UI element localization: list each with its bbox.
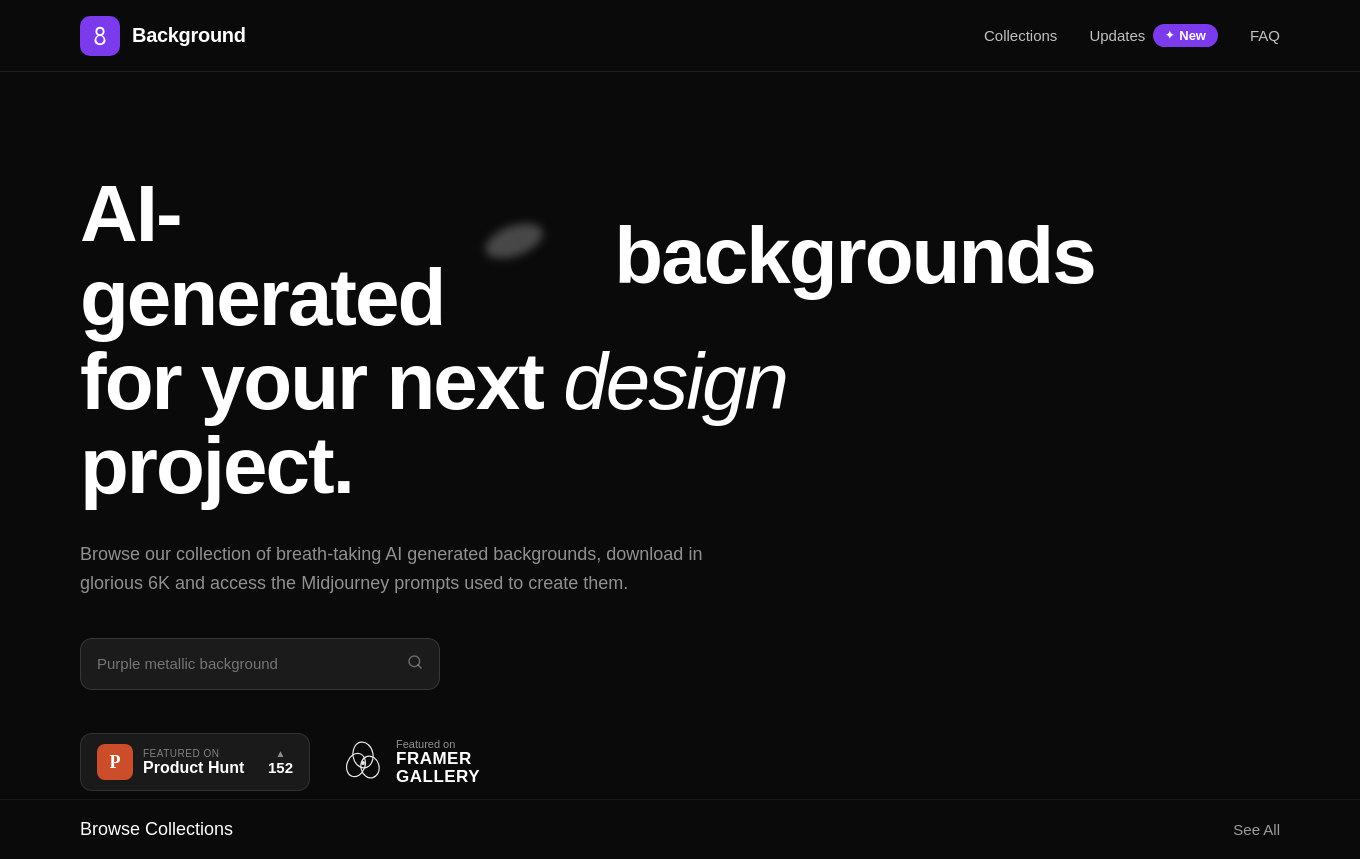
browse-collections-label: Browse Collections (80, 819, 233, 840)
new-badge-label: New (1179, 28, 1206, 43)
new-badge[interactable]: ✦ New (1153, 24, 1218, 47)
hero-title-part2: backgrounds (614, 214, 1094, 298)
new-badge-star: ✦ (1165, 29, 1174, 42)
framer-icon-wrap (342, 741, 384, 783)
hero-thumbnail (464, 216, 594, 296)
logo-svg (89, 25, 111, 47)
ph-arrow: ▲ (276, 748, 286, 759)
framer-badge[interactable]: Featured on FRAMER GALLERY (326, 730, 496, 795)
hero-title-part4: project. (80, 421, 353, 510)
nav-updates[interactable]: Updates (1089, 27, 1145, 44)
framer-leaf-icon (342, 741, 384, 783)
framer-gallery-label: FRAMER GALLERY (396, 750, 480, 787)
logo-icon (80, 16, 120, 56)
ph-count-wrap: ▲ 152 (268, 748, 293, 776)
hero-title-italic: design (563, 337, 787, 426)
ph-name: Product Hunt (143, 759, 244, 777)
nav-collections[interactable]: Collections (984, 27, 1057, 44)
product-hunt-badge[interactable]: P FEATURED ON Product Hunt ▲ 152 (80, 733, 310, 791)
svg-point-4 (358, 754, 381, 780)
framer-text-wrap: Featured on FRAMER GALLERY (396, 738, 480, 787)
nav-links: Collections Updates ✦ New FAQ (984, 24, 1280, 47)
see-all-link[interactable]: See All (1233, 821, 1280, 838)
nav-faq[interactable]: FAQ (1250, 27, 1280, 44)
hero-title-part1: AI-generated (80, 172, 444, 340)
hero-title: AI-generated backgrounds for your next d… (80, 172, 820, 508)
hero-title-part3: for your next (80, 337, 543, 426)
svg-line-1 (418, 665, 421, 668)
hero-subtitle: Browse our collection of breath-taking A… (80, 540, 730, 598)
nav-updates-group: Updates ✦ New (1089, 24, 1218, 47)
search-icon (407, 654, 423, 674)
framer-name: FRAMER (396, 749, 472, 768)
logo-text: Background (132, 24, 246, 47)
search-bar (80, 638, 440, 690)
navbar: Background Collections Updates ✦ New FAQ (0, 0, 1360, 72)
bottom-bar: Browse Collections See All (0, 799, 1360, 859)
ph-count: 152 (268, 759, 293, 776)
search-input[interactable] (97, 655, 407, 672)
hero-title-line1: AI-generated backgrounds (80, 172, 820, 340)
badges-row: P FEATURED ON Product Hunt ▲ 152 (80, 730, 820, 795)
svg-point-5 (361, 761, 365, 765)
logo[interactable]: Background (80, 16, 246, 56)
product-hunt-text: FEATURED ON Product Hunt (143, 748, 244, 777)
hero-section: AI-generated backgrounds for your next d… (0, 72, 900, 855)
product-hunt-icon: P (97, 744, 133, 780)
hero-title-line2: for your next design project. (80, 340, 820, 508)
ph-featured-on: FEATURED ON (143, 748, 244, 759)
framer-gallery-word: GALLERY (396, 767, 480, 786)
